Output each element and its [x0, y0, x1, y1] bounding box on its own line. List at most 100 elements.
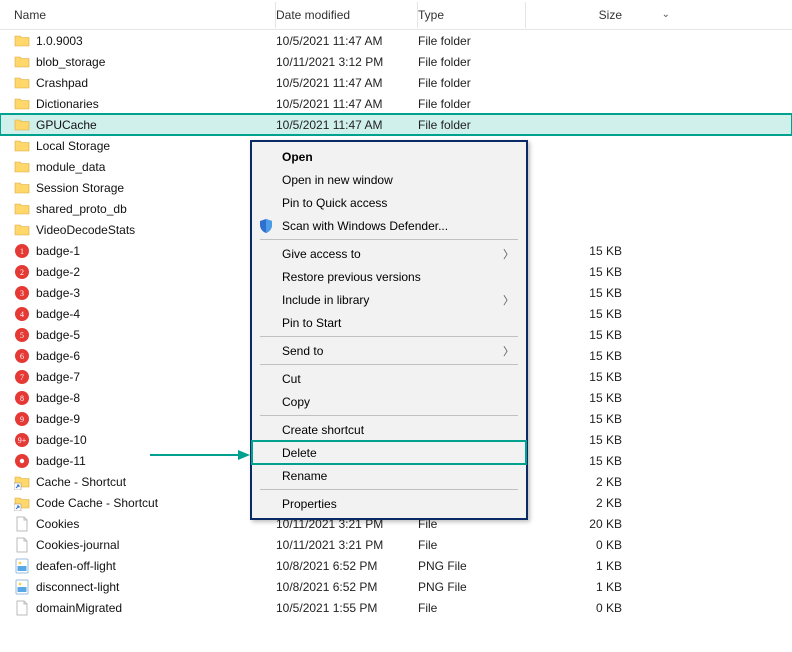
menu-item-open[interactable]: Open [252, 145, 526, 168]
file-size-label: 0 KB [526, 538, 636, 552]
svg-text:7: 7 [20, 373, 24, 382]
file-name-label: badge-3 [36, 286, 80, 300]
file-name-label: Cookies-journal [36, 538, 119, 552]
column-header-size[interactable]: Size [526, 8, 636, 22]
menu-item-delete[interactable]: Delete [252, 441, 526, 464]
menu-item-label: Send to [282, 344, 323, 358]
file-row[interactable]: deafen-off-light 10/8/2021 6:52 PM PNG F… [0, 555, 792, 576]
menu-item-rename[interactable]: Rename [252, 464, 526, 487]
file-size-label: 15 KB [526, 265, 636, 279]
menu-item-give-access-to[interactable]: Give access to 〉 [252, 242, 526, 265]
menu-item-include-in-library[interactable]: Include in library〉 [252, 288, 526, 311]
menu-item-properties[interactable]: Properties [252, 492, 526, 515]
file-date-label: 10/11/2021 3:12 PM [276, 55, 418, 69]
menu-item-label: Restore previous versions [282, 270, 421, 284]
badge-icon: 4 [14, 306, 30, 322]
file-name-label: badge-7 [36, 370, 80, 384]
file-size-label: 1 KB [526, 559, 636, 573]
file-type-label: File [418, 601, 526, 615]
file-date-label: 10/11/2021 3:21 PM [276, 538, 418, 552]
file-type-label: File folder [418, 76, 526, 90]
file-size-label: 15 KB [526, 244, 636, 258]
shield-icon [258, 218, 274, 234]
menu-item-label: Delete [282, 446, 317, 460]
file-icon [14, 516, 30, 532]
file-name-label: Cookies [36, 517, 79, 531]
folder-icon [14, 117, 30, 133]
menu-item-open-in-new-window[interactable]: Open in new window [252, 168, 526, 191]
file-row[interactable]: GPUCache 10/5/2021 11:47 AM File folder [0, 114, 792, 135]
menu-item-label: Pin to Start [282, 316, 341, 330]
menu-item-label: Rename [282, 469, 327, 483]
file-size-label: 20 KB [526, 517, 636, 531]
folder-icon [14, 75, 30, 91]
file-type-label: File folder [418, 118, 526, 132]
column-header-row: Name Date modified Type Size ⌄ [0, 0, 792, 30]
menu-separator [260, 336, 518, 337]
chevron-right-icon: 〉 [503, 246, 514, 262]
file-name-label: badge-6 [36, 349, 80, 363]
folder-icon [14, 138, 30, 154]
menu-item-pin-to-quick-access[interactable]: Pin to Quick access [252, 191, 526, 214]
menu-item-scan-with-windows-defender[interactable]: Scan with Windows Defender... [252, 214, 526, 237]
file-row[interactable]: Dictionaries 10/5/2021 11:47 AM File fol… [0, 93, 792, 114]
menu-item-label: Cut [282, 372, 301, 386]
file-row[interactable]: disconnect-light 10/8/2021 6:52 PM PNG F… [0, 576, 792, 597]
file-row[interactable]: domainMigrated 10/5/2021 1:55 PM File 0 … [0, 597, 792, 618]
file-name-label: Session Storage [36, 181, 124, 195]
svg-text:1: 1 [20, 247, 24, 256]
file-date-label: 10/5/2021 11:47 AM [276, 34, 418, 48]
sort-dropdown-icon[interactable]: ⌄ [662, 9, 670, 20]
menu-item-cut[interactable]: Cut [252, 367, 526, 390]
column-header-date[interactable]: Date modified [276, 8, 418, 22]
file-row[interactable]: 1.0.9003 10/5/2021 11:47 AM File folder [0, 30, 792, 51]
menu-item-label: Scan with Windows Defender... [282, 219, 448, 233]
file-size-label: 2 KB [526, 496, 636, 510]
file-size-label: 15 KB [526, 307, 636, 321]
folder-icon [14, 222, 30, 238]
file-name-label: deafen-off-light [36, 559, 116, 573]
menu-item-label: Create shortcut [282, 423, 364, 437]
badge-icon: 7 [14, 369, 30, 385]
file-row[interactable]: Crashpad 10/5/2021 11:47 AM File folder [0, 72, 792, 93]
file-name-label: Local Storage [36, 139, 110, 153]
menu-item-pin-to-start[interactable]: Pin to Start [252, 311, 526, 334]
svg-text:4: 4 [20, 310, 24, 319]
file-type-label: File folder [418, 97, 526, 111]
shortcut-icon [14, 495, 30, 511]
file-date-label: 10/5/2021 11:47 AM [276, 118, 418, 132]
file-name-label: badge-2 [36, 265, 80, 279]
chevron-right-icon: 〉 [503, 292, 514, 308]
file-date-label: 10/8/2021 6:52 PM [276, 580, 418, 594]
file-size-label: 15 KB [526, 391, 636, 405]
badge-icon: 1 [14, 243, 30, 259]
column-header-type[interactable]: Type [418, 8, 526, 22]
file-size-label: 15 KB [526, 454, 636, 468]
file-row[interactable]: blob_storage 10/11/2021 3:12 PM File fol… [0, 51, 792, 72]
svg-text:2: 2 [20, 268, 24, 277]
menu-item-label: Copy [282, 395, 310, 409]
folder-icon [14, 201, 30, 217]
file-name-label: 1.0.9003 [36, 34, 83, 48]
menu-item-create-shortcut[interactable]: Create shortcut [252, 418, 526, 441]
file-row[interactable]: Cookies-journal 10/11/2021 3:21 PM File … [0, 534, 792, 555]
menu-item-send-to[interactable]: Send to 〉 [252, 339, 526, 362]
file-name-label: shared_proto_db [36, 202, 127, 216]
menu-separator [260, 489, 518, 490]
chevron-right-icon: 〉 [503, 343, 514, 359]
png-icon [14, 579, 30, 595]
menu-item-label: Give access to [282, 247, 361, 261]
file-type-label: File folder [418, 55, 526, 69]
folder-icon [14, 159, 30, 175]
file-name-label: domainMigrated [36, 601, 122, 615]
column-header-name[interactable]: Name [14, 8, 276, 22]
menu-separator [260, 415, 518, 416]
file-name-label: Dictionaries [36, 97, 99, 111]
menu-item-restore-previous-versions[interactable]: Restore previous versions [252, 265, 526, 288]
file-name-label: disconnect-light [36, 580, 119, 594]
badge-icon: 6 [14, 348, 30, 364]
svg-text:6: 6 [20, 352, 24, 361]
file-type-label: File [418, 538, 526, 552]
menu-item-copy[interactable]: Copy [252, 390, 526, 413]
file-size-label: 15 KB [526, 349, 636, 363]
